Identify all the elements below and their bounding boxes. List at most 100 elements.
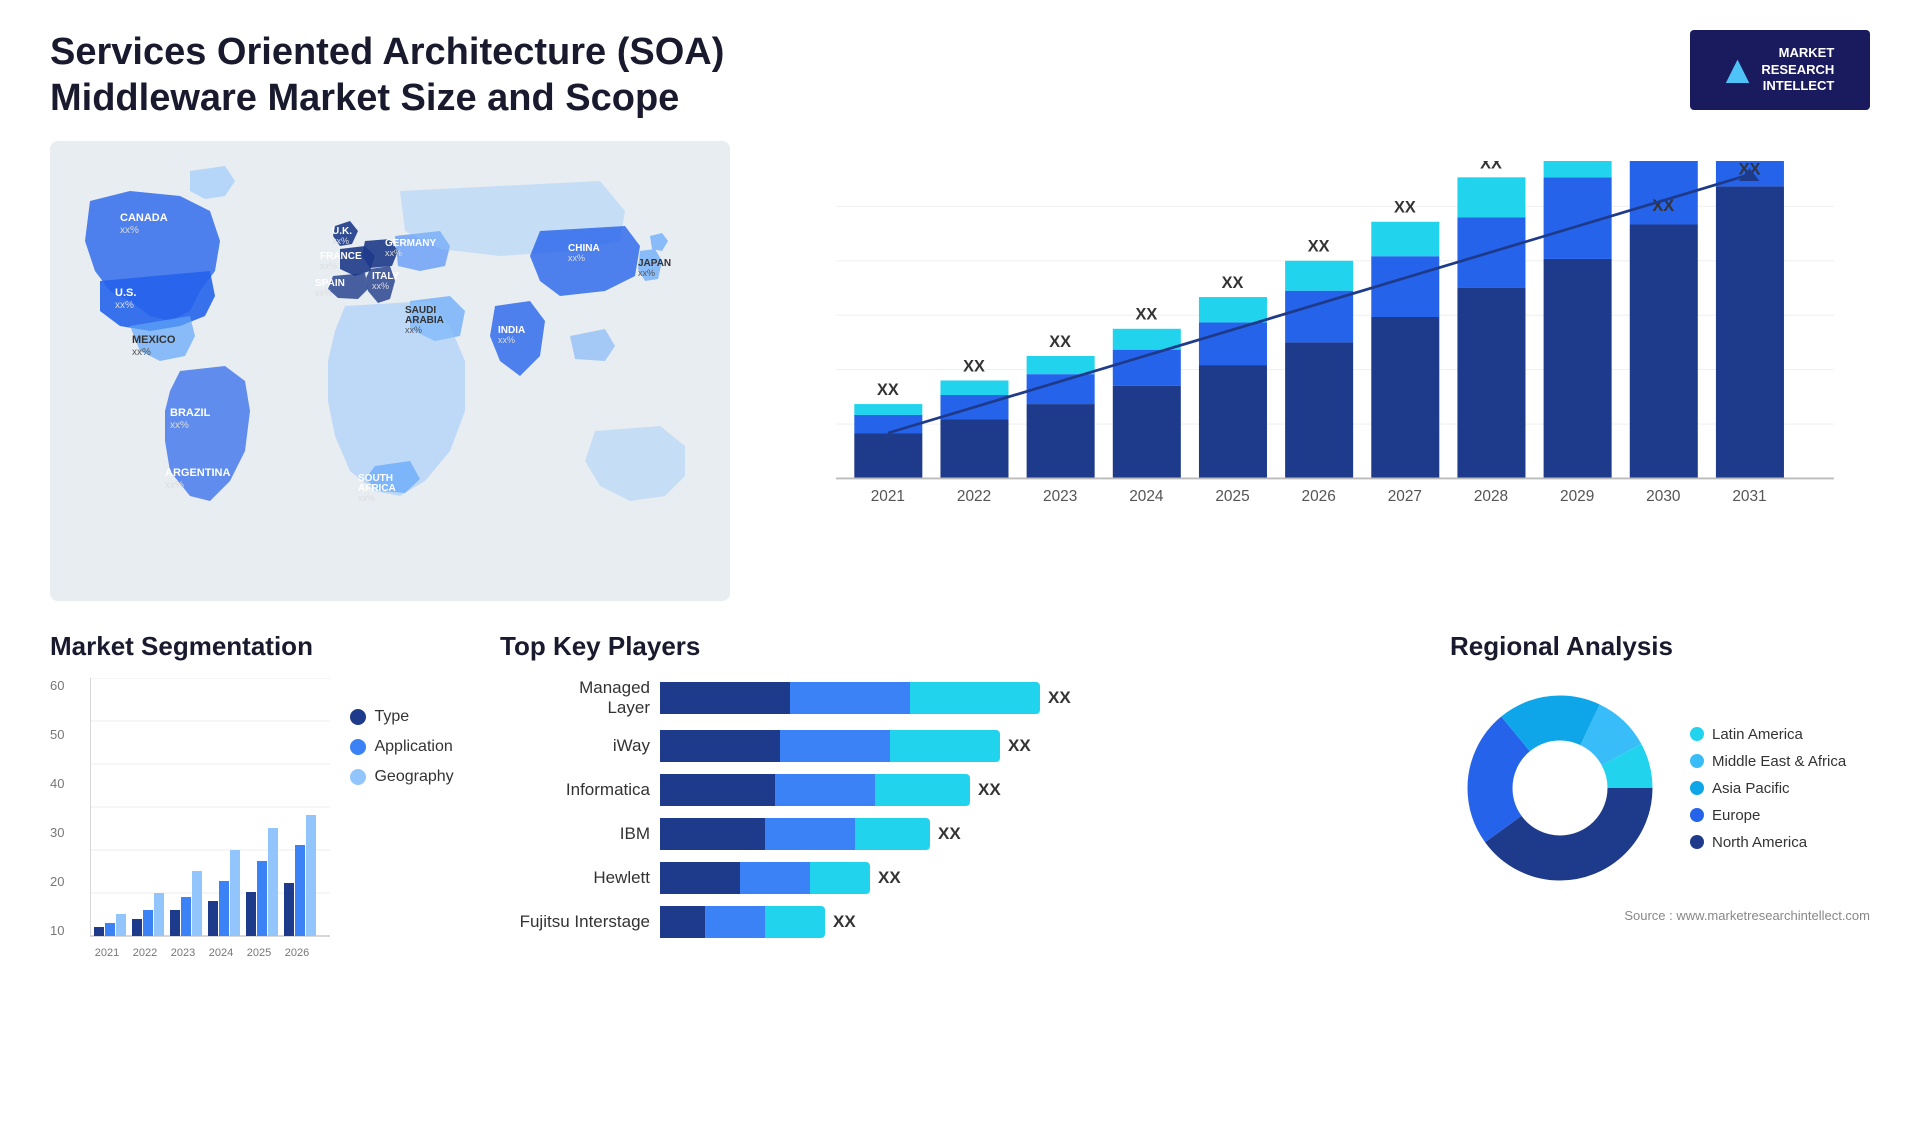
legend-application-label: Application: [374, 738, 452, 756]
players-title: Top Key Players: [500, 631, 1420, 662]
donut-legend: Latin America Middle East & Africa Asia …: [1690, 726, 1846, 851]
player-row: iWay XX: [500, 730, 1420, 762]
player-row: ManagedLayer XX: [500, 678, 1420, 718]
player-name: Fujitsu Interstage: [500, 912, 650, 932]
y-label-30: 30: [50, 825, 64, 840]
svg-text:2023: 2023: [171, 947, 195, 959]
player-row: IBM XX: [500, 818, 1420, 850]
svg-text:2022: 2022: [133, 947, 157, 959]
legend-geography-label: Geography: [374, 768, 453, 786]
legend-application: Application: [350, 738, 453, 756]
svg-text:XX: XX: [1308, 238, 1330, 256]
legend-north-america: North America: [1690, 834, 1846, 851]
player-value: XX: [938, 824, 961, 844]
svg-text:XX: XX: [877, 381, 899, 399]
svg-text:2026: 2026: [1302, 488, 1336, 505]
logo-container: ▲ MARKET RESEARCH INTELLECT: [1690, 30, 1870, 110]
player-bar: [660, 730, 1000, 762]
svg-text:ARGENTINA: ARGENTINA: [165, 467, 230, 479]
north-america-label: North America: [1712, 834, 1807, 851]
player-bar: [660, 774, 970, 806]
regional-container: Regional Analysis: [1450, 631, 1870, 1051]
svg-text:XX: XX: [1222, 274, 1244, 292]
svg-text:xx%: xx%: [132, 347, 151, 358]
latin-america-dot: [1690, 727, 1704, 741]
svg-text:2029: 2029: [1560, 488, 1594, 505]
player-bar: [660, 906, 825, 938]
svg-text:xx%: xx%: [568, 253, 585, 263]
bar-chart-svg: XX 2021 XX 2022 XX 2023 XX 2024: [820, 161, 1850, 551]
svg-text:XX: XX: [1480, 161, 1502, 172]
players-container: Top Key Players ManagedLayer XX: [500, 631, 1420, 1051]
svg-text:2022: 2022: [957, 488, 991, 505]
player-bar-wrap: XX: [660, 774, 1420, 806]
player-bar-wrap: XX: [660, 682, 1420, 714]
application-dot: [350, 739, 366, 755]
logo-box: ▲ MARKET RESEARCH INTELLECT: [1690, 30, 1870, 110]
map-container: CANADA xx% U.S. xx% MEXICO xx% BRAZIL xx…: [50, 141, 730, 601]
svg-text:2031: 2031: [1732, 488, 1766, 505]
player-bar: [660, 862, 870, 894]
svg-text:2023: 2023: [1043, 488, 1077, 505]
legend-type-label: Type: [374, 708, 409, 726]
legend-geography: Geography: [350, 768, 453, 786]
middle-east-label: Middle East & Africa: [1712, 753, 1846, 770]
player-value: XX: [1048, 688, 1071, 708]
svg-text:xx%: xx%: [120, 225, 139, 236]
svg-text:xx%: xx%: [332, 236, 349, 246]
svg-text:xx%: xx%: [372, 281, 389, 291]
y-label-20: 20: [50, 874, 64, 889]
svg-text:xx%: xx%: [498, 335, 515, 345]
legend-middle-east: Middle East & Africa: [1690, 753, 1846, 770]
svg-text:2024: 2024: [209, 947, 233, 959]
player-bar-wrap: XX: [660, 730, 1420, 762]
segmentation-container: Market Segmentation 60 50 40 30 20 10: [50, 631, 470, 1051]
svg-text:XX: XX: [1394, 199, 1416, 217]
y-label-40: 40: [50, 776, 64, 791]
player-row: Hewlett XX: [500, 862, 1420, 894]
svg-text:xx%: xx%: [315, 288, 332, 298]
svg-text:xx%: xx%: [405, 325, 422, 335]
source-text: Source : www.marketresearchintellect.com: [1450, 908, 1870, 923]
header: Services Oriented Architecture (SOA) Mid…: [50, 30, 1870, 121]
player-bar-wrap: XX: [660, 906, 1420, 938]
svg-text:xx%: xx%: [385, 248, 402, 258]
svg-text:xx%: xx%: [358, 493, 375, 503]
svg-text:2028: 2028: [1474, 488, 1508, 505]
y-label-10: 10: [50, 923, 64, 938]
svg-text:xx%: xx%: [170, 420, 189, 431]
svg-text:2030: 2030: [1646, 488, 1680, 505]
svg-text:MEXICO: MEXICO: [132, 334, 176, 346]
donut-chart-svg: [1450, 678, 1670, 898]
player-row: Informatica XX: [500, 774, 1420, 806]
player-name: iWay: [500, 736, 650, 756]
svg-text:2025: 2025: [1215, 488, 1249, 505]
player-row: Fujitsu Interstage XX: [500, 906, 1420, 938]
seg-legend: Type Application Geography: [350, 678, 453, 786]
legend-type: Type: [350, 708, 453, 726]
y-label-60: 60: [50, 678, 64, 693]
page-title: Services Oriented Architecture (SOA) Mid…: [50, 30, 850, 121]
seg-chart-area: 60 50 40 30 20 10: [50, 678, 470, 978]
legend-europe: Europe: [1690, 807, 1846, 824]
svg-text:BRAZIL: BRAZIL: [170, 407, 211, 419]
players-list: ManagedLayer XX iWay: [500, 678, 1420, 938]
middle-east-dot: [1690, 754, 1704, 768]
type-dot: [350, 709, 366, 725]
latin-america-label: Latin America: [1712, 726, 1803, 743]
north-america-dot: [1690, 835, 1704, 849]
europe-dot: [1690, 808, 1704, 822]
svg-text:2024: 2024: [1129, 488, 1164, 505]
svg-text:xx%: xx%: [320, 261, 337, 271]
player-value: XX: [833, 912, 856, 932]
svg-text:XX: XX: [1135, 306, 1157, 324]
player-name: IBM: [500, 824, 650, 844]
svg-text:xx%: xx%: [165, 480, 184, 491]
svg-text:2027: 2027: [1388, 488, 1422, 505]
logo-icon: ▲: [1718, 48, 1758, 93]
svg-text:xx%: xx%: [115, 300, 134, 311]
player-name: ManagedLayer: [500, 678, 650, 718]
segmentation-chart-svg: 2021 2022 2023 2024 2025 2026: [90, 678, 330, 978]
world-map-svg: CANADA xx% U.S. xx% MEXICO xx% BRAZIL xx…: [50, 141, 730, 601]
svg-text:XX: XX: [1049, 333, 1071, 351]
